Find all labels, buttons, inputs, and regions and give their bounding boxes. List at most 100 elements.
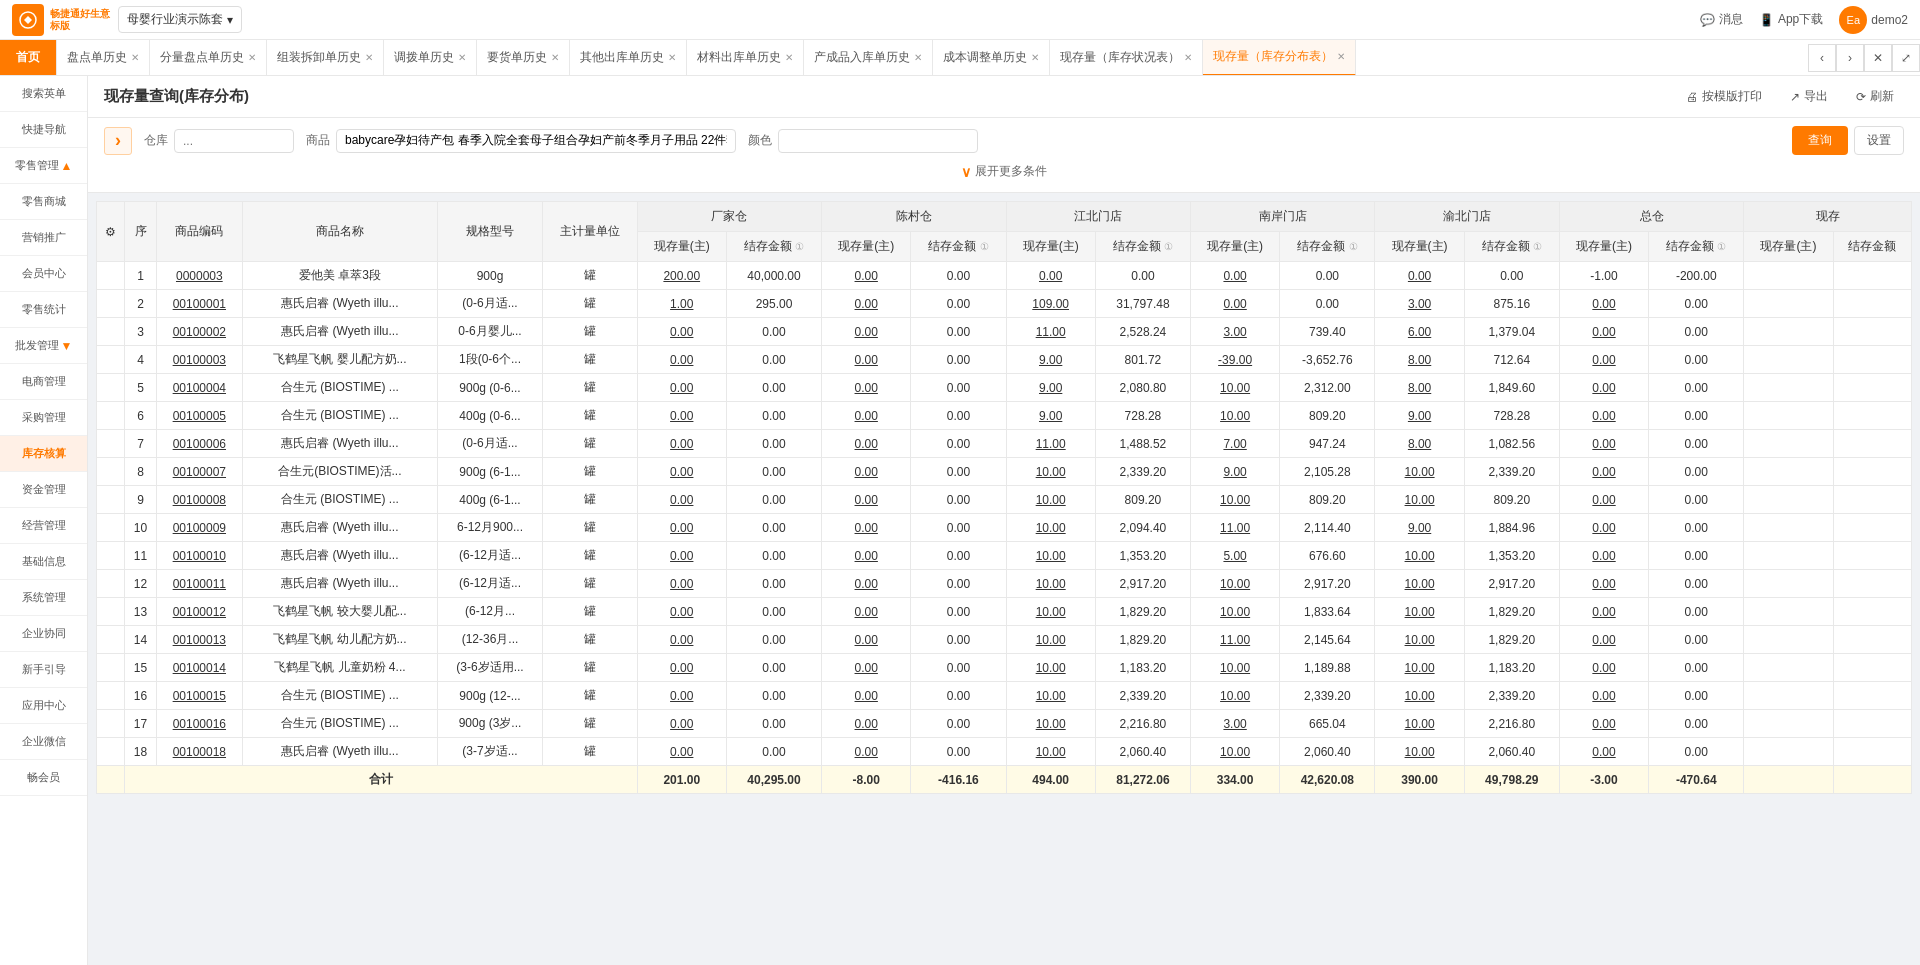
row-na-qty[interactable]: 5.00 [1191,542,1280,570]
row-cj-qty[interactable]: 0.00 [637,570,726,598]
goods-input[interactable] [336,129,736,153]
info-icon[interactable]: ① [980,241,989,252]
row-jb-qty[interactable]: 9.00 [1006,402,1095,430]
row-code[interactable]: 0000003 [157,262,243,290]
row-jb-qty[interactable]: 10.00 [1006,654,1095,682]
color-input[interactable] [778,129,978,153]
setting-btn[interactable]: 设置 [1854,126,1904,155]
tab-home[interactable]: 首页 [0,40,57,76]
row-na-qty[interactable]: 10.00 [1191,374,1280,402]
row-cj-qty[interactable]: 0.00 [637,738,726,766]
row-na-qty[interactable]: 10.00 [1191,738,1280,766]
row-cc-qty[interactable]: 0.00 [822,458,911,486]
row-yb-qty[interactable]: 10.00 [1375,626,1464,654]
row-na-qty[interactable]: 10.00 [1191,682,1280,710]
info-icon[interactable]: ① [795,241,804,252]
row-cj-qty[interactable]: 0.00 [637,402,726,430]
row-jb-qty[interactable]: 9.00 [1006,346,1095,374]
close-icon[interactable]: ✕ [551,52,559,63]
row-na-qty[interactable]: -39.00 [1191,346,1280,374]
close-icon[interactable]: ✕ [1031,52,1039,63]
sidebar-item-ecom[interactable]: 电商管理 [0,364,87,400]
row-jb-qty[interactable]: 10.00 [1006,570,1095,598]
row-tot-qty[interactable]: 0.00 [1559,458,1648,486]
row-code[interactable]: 00100002 [157,318,243,346]
row-na-qty[interactable]: 9.00 [1191,458,1280,486]
th-setting[interactable]: ⚙ [97,202,125,262]
row-yb-qty[interactable]: 10.00 [1375,458,1464,486]
sidebar-item-member[interactable]: 会员中心 [0,256,87,292]
row-cc-qty[interactable]: 0.00 [822,710,911,738]
row-cj-qty[interactable]: 0.00 [637,682,726,710]
row-tot-qty[interactable]: 0.00 [1559,346,1648,374]
row-cj-qty[interactable]: 0.00 [637,514,726,542]
tab-8[interactable]: 产成品入库单历史 ✕ [804,40,933,76]
tab-expand-btn[interactable]: ⤢ [1892,44,1920,72]
row-cj-qty[interactable]: 200.00 [637,262,726,290]
info-icon[interactable]: ① [1717,241,1726,252]
row-na-qty[interactable]: 7.00 [1191,430,1280,458]
row-cc-qty[interactable]: 0.00 [822,682,911,710]
row-cc-qty[interactable]: 0.00 [822,598,911,626]
row-cc-qty[interactable]: 0.00 [822,654,911,682]
refresh-btn[interactable]: ⟳ 刷新 [1846,84,1904,109]
row-cj-qty[interactable]: 0.00 [637,430,726,458]
warehouse-input[interactable] [174,129,294,153]
row-tot-qty[interactable]: 0.00 [1559,374,1648,402]
row-na-qty[interactable]: 10.00 [1191,402,1280,430]
row-tot-qty[interactable]: 0.00 [1559,290,1648,318]
row-code[interactable]: 00100015 [157,682,243,710]
row-tot-qty[interactable]: 0.00 [1559,318,1648,346]
sidebar-item-corp[interactable]: 企业协同 [0,616,87,652]
row-cc-qty[interactable]: 0.00 [822,346,911,374]
row-cj-qty[interactable]: 0.00 [637,654,726,682]
row-tot-qty[interactable]: 0.00 [1559,626,1648,654]
sidebar-item-wholesale[interactable]: 批发管理 ▼ [0,328,87,364]
row-jb-qty[interactable]: 10.00 [1006,514,1095,542]
row-cc-qty[interactable]: 0.00 [822,430,911,458]
close-icon[interactable]: ✕ [1337,51,1345,62]
row-yb-qty[interactable]: 10.00 [1375,542,1464,570]
row-yb-qty[interactable]: 10.00 [1375,682,1464,710]
row-tot-qty[interactable]: 0.00 [1559,682,1648,710]
row-na-qty[interactable]: 0.00 [1191,262,1280,290]
row-na-qty[interactable]: 10.00 [1191,486,1280,514]
row-cj-qty[interactable]: 1.00 [637,290,726,318]
close-icon[interactable]: ✕ [1184,52,1192,63]
row-code[interactable]: 00100001 [157,290,243,318]
row-yb-qty[interactable]: 9.00 [1375,402,1464,430]
info-icon[interactable]: ① [1533,241,1542,252]
row-yb-qty[interactable]: 6.00 [1375,318,1464,346]
row-yb-qty[interactable]: 8.00 [1375,430,1464,458]
sidebar-item-retail-stat[interactable]: 零售统计 [0,292,87,328]
tab-6[interactable]: 其他出库单历史 ✕ [570,40,687,76]
row-jb-qty[interactable]: 10.00 [1006,626,1095,654]
tab-9[interactable]: 成本调整单历史 ✕ [933,40,1050,76]
sidebar-item-purchase[interactable]: 采购管理 [0,400,87,436]
tab-5[interactable]: 要货单历史 ✕ [477,40,570,76]
row-code[interactable]: 00100018 [157,738,243,766]
row-cc-qty[interactable]: 0.00 [822,262,911,290]
row-tot-qty[interactable]: 0.00 [1559,402,1648,430]
row-code[interactable]: 00100008 [157,486,243,514]
row-cc-qty[interactable]: 0.00 [822,570,911,598]
row-yb-qty[interactable]: 10.00 [1375,570,1464,598]
row-na-qty[interactable]: 11.00 [1191,514,1280,542]
row-yb-qty[interactable]: 10.00 [1375,654,1464,682]
close-icon[interactable]: ✕ [365,52,373,63]
tab-close-all-btn[interactable]: ✕ [1864,44,1892,72]
sidebar-item-marketing[interactable]: 营销推广 [0,220,87,256]
info-icon[interactable]: ① [1349,241,1358,252]
row-cj-qty[interactable]: 0.00 [637,318,726,346]
row-cc-qty[interactable]: 0.00 [822,514,911,542]
row-na-qty[interactable]: 10.00 [1191,654,1280,682]
row-yb-qty[interactable]: 9.00 [1375,514,1464,542]
row-jb-qty[interactable]: 109.00 [1006,290,1095,318]
row-cc-qty[interactable]: 0.00 [822,402,911,430]
row-yb-qty[interactable]: 10.00 [1375,598,1464,626]
sidebar-item-sys[interactable]: 系统管理 [0,580,87,616]
row-code[interactable]: 00100011 [157,570,243,598]
row-code[interactable]: 00100013 [157,626,243,654]
sidebar-item-guide[interactable]: 新手引导 [0,652,87,688]
row-cc-qty[interactable]: 0.00 [822,374,911,402]
